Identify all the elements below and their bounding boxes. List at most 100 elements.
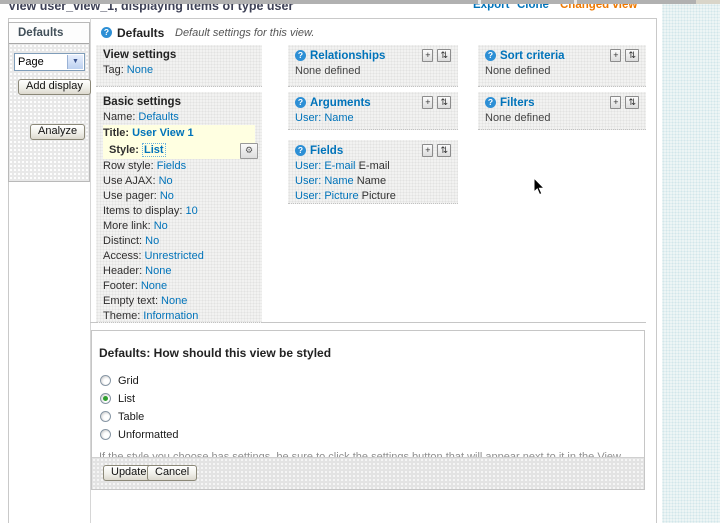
help-icon[interactable]: ?	[101, 27, 112, 38]
analyze-button[interactable]: Analyze	[30, 124, 85, 140]
radio-label: Grid	[118, 375, 139, 387]
rearrange-icon[interactable]: ⇅	[625, 49, 639, 62]
setting-value-link[interactable]: Defaults	[138, 111, 178, 123]
style-options: Grid List Table Unformatted	[100, 375, 644, 440]
setting-row-changed: Title:User View 1	[103, 125, 255, 142]
setting-value-link[interactable]: None	[141, 280, 167, 292]
display-type-select[interactable]: Page ▼	[14, 53, 85, 71]
setting-value-link[interactable]: No	[160, 190, 174, 202]
clone-link[interactable]: Clone	[517, 4, 549, 11]
filters-heading-link[interactable]: Filters	[500, 97, 535, 109]
setting-row: Tag:None	[103, 63, 255, 78]
setting-value-link[interactable]: List	[142, 143, 166, 157]
view-settings-box: View settings Tag:None	[96, 45, 262, 87]
arguments-heading-link[interactable]: Arguments	[310, 97, 371, 109]
add-icon[interactable]: +	[610, 49, 621, 62]
cancel-button[interactable]: Cancel	[147, 465, 197, 481]
setting-row: Empty text:None	[103, 294, 255, 309]
setting-row: Access:Unrestricted	[103, 249, 255, 264]
changed-view-link[interactable]: Changed view	[560, 4, 637, 11]
export-link[interactable]: Export	[473, 4, 509, 11]
radio-option-table[interactable]: Table	[100, 411, 644, 422]
form-footer: Update Cancel	[92, 457, 644, 489]
setting-label: Style:	[109, 144, 139, 156]
rearrange-icon[interactable]: ⇅	[437, 96, 451, 109]
field-label: Picture	[362, 190, 396, 202]
rearrange-icon[interactable]: ⇅	[437, 49, 451, 62]
fields-heading-link[interactable]: Fields	[310, 145, 343, 157]
relationships-heading-link[interactable]: Relationships	[310, 50, 385, 62]
display-controls-area: Page ▼ Add display Analyze	[9, 44, 89, 181]
basic-settings-box: Basic settings Name:Defaults Title:User …	[96, 92, 262, 323]
setting-row: More link:No	[103, 219, 255, 234]
add-icon[interactable]: +	[610, 96, 621, 109]
help-icon[interactable]: ?	[295, 145, 306, 156]
setting-label: Items to display:	[103, 205, 182, 217]
radio-button[interactable]	[100, 393, 111, 404]
setting-value-link[interactable]: None	[161, 295, 187, 307]
radio-label: Table	[118, 411, 144, 423]
summary-description: Default settings for this view.	[175, 27, 314, 39]
add-icon[interactable]: +	[422, 96, 433, 109]
field-label: E-mail	[359, 160, 390, 172]
tab-defaults[interactable]: Defaults	[9, 23, 89, 44]
empty-text: None defined	[295, 64, 451, 79]
help-icon[interactable]: ?	[295, 97, 306, 108]
fields-box: ? Fields + ⇅ User: E-mail E-mail User: N…	[288, 140, 458, 204]
rearrange-icon[interactable]: ⇅	[625, 96, 639, 109]
radio-button[interactable]	[100, 411, 111, 422]
help-icon[interactable]: ?	[295, 50, 306, 61]
setting-value-link[interactable]: 10	[185, 205, 197, 217]
sort-criteria-heading-link[interactable]: Sort criteria	[500, 50, 565, 62]
setting-row: Use AJAX:No	[103, 174, 255, 189]
field-link[interactable]: User: Name	[295, 175, 354, 187]
filters-box: ? Filters + ⇅ None defined	[478, 92, 646, 130]
setting-value-link[interactable]: No	[145, 235, 159, 247]
arguments-box: ? Arguments + ⇅ User: Name	[288, 92, 458, 130]
setting-row-changed: Style:List ⚙	[103, 142, 255, 159]
sort-criteria-box: ? Sort criteria + ⇅ None defined	[478, 45, 646, 87]
setting-value-link[interactable]: No	[154, 220, 168, 232]
radio-button[interactable]	[100, 375, 111, 386]
header-links: Export Clone Changed view	[470, 4, 655, 16]
setting-label: Theme:	[103, 310, 140, 322]
setting-value-link[interactable]: Information	[143, 310, 198, 322]
setting-value-link[interactable]: User View 1	[132, 127, 194, 139]
add-icon[interactable]: +	[422, 144, 433, 157]
field-link[interactable]: User: Picture	[295, 190, 359, 202]
setting-value-link[interactable]: None	[145, 265, 171, 277]
radio-button[interactable]	[100, 429, 111, 440]
setting-row: Header:None	[103, 264, 255, 279]
argument-link[interactable]: User: Name	[295, 112, 354, 124]
rearrange-icon[interactable]: ⇅	[437, 144, 451, 157]
view-settings-heading: View settings	[103, 49, 176, 61]
field-item: User: Picture Picture	[295, 189, 451, 204]
radio-option-unformatted[interactable]: Unformatted	[100, 429, 644, 440]
setting-row: Footer:None	[103, 279, 255, 294]
radio-option-grid[interactable]: Grid	[100, 375, 644, 386]
help-icon[interactable]: ?	[485, 50, 496, 61]
setting-label: Name:	[103, 111, 135, 123]
empty-text: None defined	[485, 64, 639, 79]
setting-label: Use AJAX:	[103, 175, 156, 187]
setting-label: Header:	[103, 265, 142, 277]
field-link[interactable]: User: E-mail	[295, 160, 356, 172]
radio-option-list[interactable]: List	[100, 393, 644, 404]
setting-value-link[interactable]: None	[127, 64, 153, 76]
setting-value-link[interactable]: Unrestricted	[145, 250, 204, 262]
add-display-button[interactable]: Add display	[18, 79, 91, 95]
argument-item: User: Name	[295, 111, 451, 126]
page-background-texture	[662, 4, 720, 523]
setting-label: Distinct:	[103, 235, 142, 247]
setting-label: More link:	[103, 220, 151, 232]
basic-settings-heading: Basic settings	[103, 96, 181, 108]
style-settings-gear-icon[interactable]: ⚙	[240, 143, 258, 159]
display-tabs-sidebar: Defaults Page ▼ Add display Analyze	[8, 22, 90, 182]
help-icon[interactable]: ?	[485, 97, 496, 108]
setting-value-link[interactable]: Fields	[157, 160, 186, 172]
setting-value-link[interactable]: No	[159, 175, 173, 187]
chevron-down-icon[interactable]: ▼	[67, 55, 83, 69]
page-title: View user_view_1, displaying items of ty…	[8, 4, 293, 13]
add-icon[interactable]: +	[422, 49, 433, 62]
radio-label: Unformatted	[118, 429, 179, 441]
